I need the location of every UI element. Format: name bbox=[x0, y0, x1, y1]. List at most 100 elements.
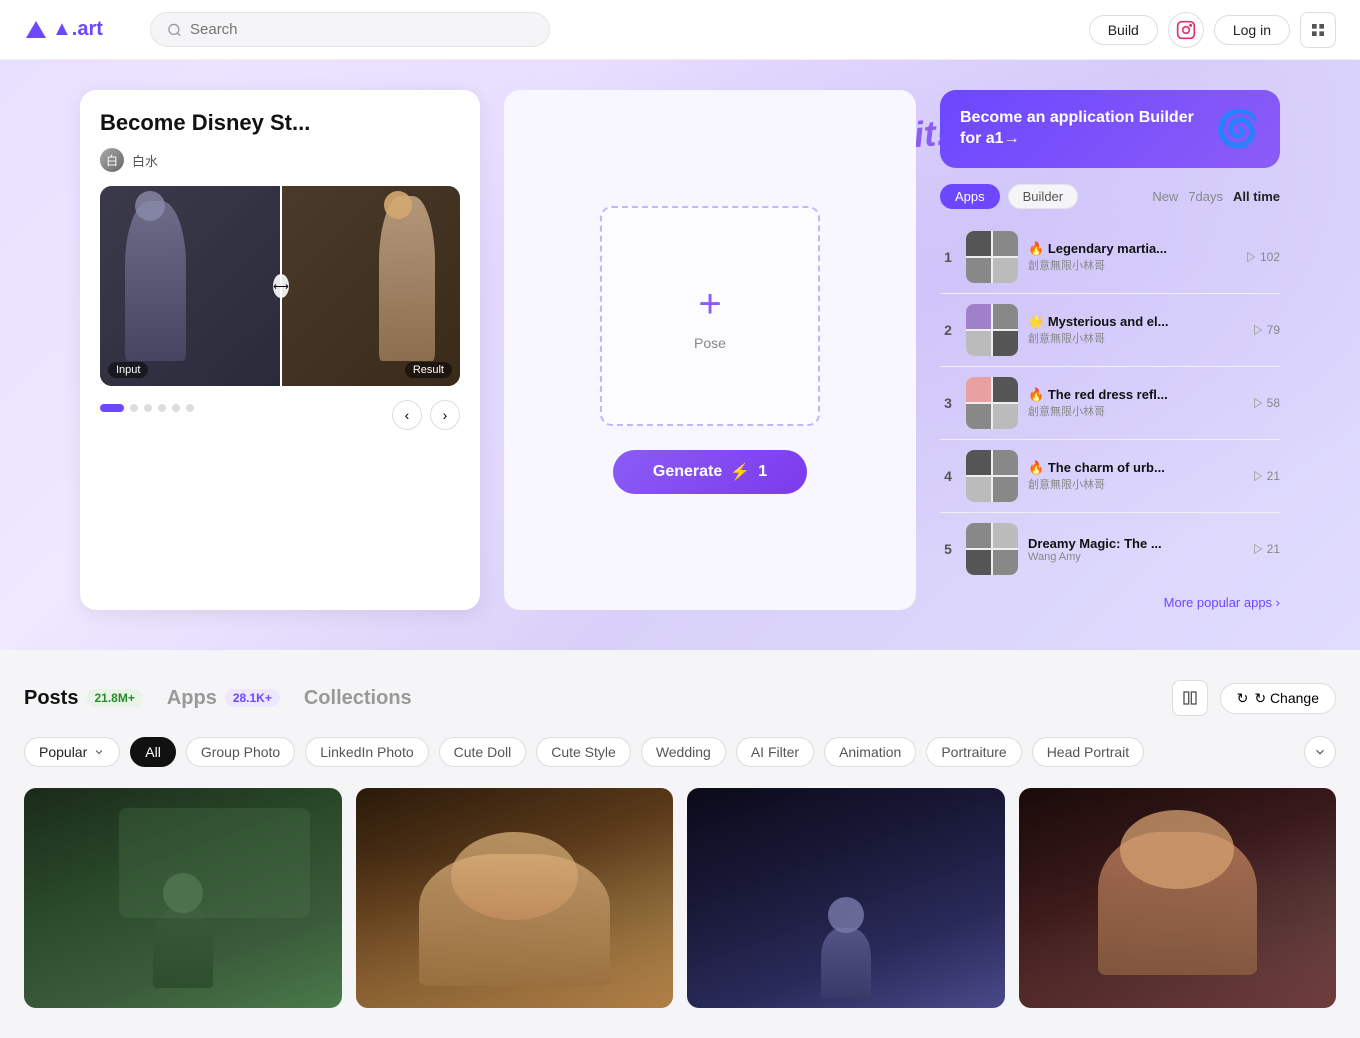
grid-icon bbox=[1310, 22, 1326, 38]
author-row: 白 白水 bbox=[100, 148, 460, 172]
post-card-3[interactable] bbox=[687, 788, 1005, 1008]
logo[interactable]: ▲.art bbox=[24, 18, 134, 42]
info-3: 🔥 The red dress refl... 創意無限小林哥 bbox=[1028, 387, 1242, 419]
filter-all[interactable]: All bbox=[130, 737, 176, 767]
more-apps-link[interactable]: More popular apps › bbox=[940, 585, 1280, 610]
filter-linkedin-photo[interactable]: LinkedIn Photo bbox=[305, 737, 428, 767]
views-1: 102 bbox=[1245, 250, 1280, 264]
filter-group-photo[interactable]: Group Photo bbox=[186, 737, 295, 767]
popular-item-1[interactable]: 1 🔥 Legendary martia... 創意無限小林哥 bbox=[940, 221, 1280, 294]
filter-cute-style[interactable]: Cute Style bbox=[536, 737, 631, 767]
carousel-nav: ‹ › bbox=[392, 400, 460, 430]
carousel-controls: ‹ › bbox=[100, 400, 460, 430]
carousel-dots bbox=[100, 404, 194, 412]
filter-portraiture[interactable]: Portraiture bbox=[926, 737, 1021, 767]
refresh-icon: ↻ bbox=[1237, 690, 1249, 707]
dot-5[interactable] bbox=[172, 404, 180, 412]
filter-row: Popular All Group Photo LinkedIn Photo C… bbox=[24, 736, 1336, 768]
author-4: 創意無限小林哥 bbox=[1028, 476, 1242, 492]
app-builder-banner[interactable]: Become an application Builder for a1→ 🌀 bbox=[940, 90, 1280, 168]
left-card-title: Become Disney St... bbox=[100, 110, 460, 136]
columns-icon bbox=[1182, 690, 1198, 706]
post-image-4 bbox=[1019, 788, 1337, 1008]
menu-button[interactable] bbox=[1300, 12, 1336, 48]
posts-grid bbox=[24, 788, 1336, 1008]
popular-item-3[interactable]: 3 🔥 The red dress refl... 創意無限小林哥 bbox=[940, 367, 1280, 440]
dot-4[interactable] bbox=[158, 404, 166, 412]
popular-filter[interactable]: Popular bbox=[24, 737, 120, 767]
filter-animation[interactable]: Animation bbox=[824, 737, 916, 767]
build-button[interactable]: Build bbox=[1089, 15, 1158, 45]
carousel-prev[interactable]: ‹ bbox=[392, 400, 422, 430]
posts-count: 21.8M+ bbox=[86, 689, 142, 707]
dot-1[interactable] bbox=[100, 404, 124, 412]
rank-2: 2 bbox=[940, 322, 956, 338]
tab-apps[interactable]: Apps 28.1K+ bbox=[167, 687, 280, 710]
title-text-5: Dreamy Magic: The ... bbox=[1028, 536, 1162, 551]
hero-content: Become Disney St... 白 白水 Input Result bbox=[80, 90, 1280, 610]
carousel-next[interactable]: › bbox=[430, 400, 460, 430]
instagram-button[interactable] bbox=[1168, 12, 1204, 48]
filter-new[interactable]: New bbox=[1152, 189, 1178, 204]
filter-ai-filter[interactable]: AI Filter bbox=[736, 737, 814, 767]
input-side: Input bbox=[100, 186, 280, 386]
post-image-1 bbox=[24, 788, 342, 1008]
title-1: 🔥 Legendary martia... bbox=[1028, 241, 1235, 257]
filter-more-button[interactable] bbox=[1304, 736, 1336, 768]
author-5: Wang Amy bbox=[1028, 551, 1242, 563]
thumb-5 bbox=[966, 523, 1018, 575]
result-label: Result bbox=[405, 362, 452, 378]
filter-wedding[interactable]: Wedding bbox=[641, 737, 726, 767]
input-label: Input bbox=[108, 362, 148, 378]
emoji-3: 🔥 bbox=[1028, 387, 1044, 402]
popular-item-2[interactable]: 2 🌟 Mysterious and el... 創意無限小林哥 bbox=[940, 294, 1280, 367]
popular-item-4[interactable]: 4 🔥 The charm of urb... 創意無限小林哥 bbox=[940, 440, 1280, 513]
thumb-3 bbox=[966, 377, 1018, 429]
generate-coins: 1 bbox=[758, 463, 767, 481]
filter-7days[interactable]: 7days bbox=[1188, 189, 1223, 204]
rank-1: 1 bbox=[940, 249, 956, 265]
thumb-1 bbox=[966, 231, 1018, 283]
author-name: 白水 bbox=[132, 151, 158, 170]
filter-cute-doll[interactable]: Cute Doll bbox=[439, 737, 527, 767]
post-image-2 bbox=[356, 788, 674, 1008]
tab-builder[interactable]: Builder bbox=[1008, 184, 1078, 209]
dot-3[interactable] bbox=[144, 404, 152, 412]
change-button[interactable]: ↻ ↻ Change bbox=[1220, 683, 1336, 714]
views-4: 21 bbox=[1252, 469, 1280, 483]
search-input[interactable] bbox=[190, 21, 533, 38]
tab-posts[interactable]: Posts 21.8M+ bbox=[24, 687, 143, 710]
comparison-image: Input Result ⟷ bbox=[100, 186, 460, 386]
comparison-arrow: ⟷ bbox=[273, 274, 289, 298]
post-card-1[interactable] bbox=[24, 788, 342, 1008]
dot-6[interactable] bbox=[186, 404, 194, 412]
layout-button[interactable] bbox=[1172, 680, 1208, 716]
right-card: Become an application Builder for a1→ 🌀 … bbox=[940, 90, 1280, 610]
info-5: Dreamy Magic: The ... Wang Amy bbox=[1028, 536, 1242, 563]
filter-head-portrait[interactable]: Head Portrait bbox=[1032, 737, 1144, 767]
dot-2[interactable] bbox=[130, 404, 138, 412]
search-bar[interactable] bbox=[150, 12, 550, 47]
author-avatar: 白 bbox=[100, 148, 124, 172]
thumb-2 bbox=[966, 304, 1018, 356]
popular-item-5[interactable]: 5 Dreamy Magic: The ... Wang Amy bbox=[940, 513, 1280, 585]
filter-alltime[interactable]: All time bbox=[1233, 189, 1280, 204]
post-card-2[interactable] bbox=[356, 788, 674, 1008]
post-image-3 bbox=[687, 788, 1005, 1008]
tab-apps[interactable]: Apps bbox=[940, 184, 1000, 209]
rank-4: 4 bbox=[940, 468, 956, 484]
tab-collections-label: Collections bbox=[304, 687, 412, 710]
tab-collections[interactable]: Collections bbox=[304, 687, 412, 710]
views-5: 21 bbox=[1252, 542, 1280, 556]
title-3: 🔥 The red dress refl... bbox=[1028, 387, 1242, 403]
login-button[interactable]: Log in bbox=[1214, 15, 1290, 45]
pose-plus-icon: + bbox=[698, 282, 721, 327]
title-text-2: Mysterious and el... bbox=[1048, 314, 1169, 329]
views-2: 79 bbox=[1252, 323, 1280, 337]
emoji-1: 🔥 bbox=[1028, 241, 1044, 256]
pose-upload-area[interactable]: + Pose bbox=[600, 206, 820, 426]
bottom-tabs-row: Posts 21.8M+ Apps 28.1K+ Collections ↻ ↻… bbox=[24, 680, 1336, 716]
chevron-down-icon bbox=[93, 746, 105, 758]
post-card-4[interactable] bbox=[1019, 788, 1337, 1008]
generate-button[interactable]: Generate ⚡ 1 bbox=[613, 450, 807, 494]
